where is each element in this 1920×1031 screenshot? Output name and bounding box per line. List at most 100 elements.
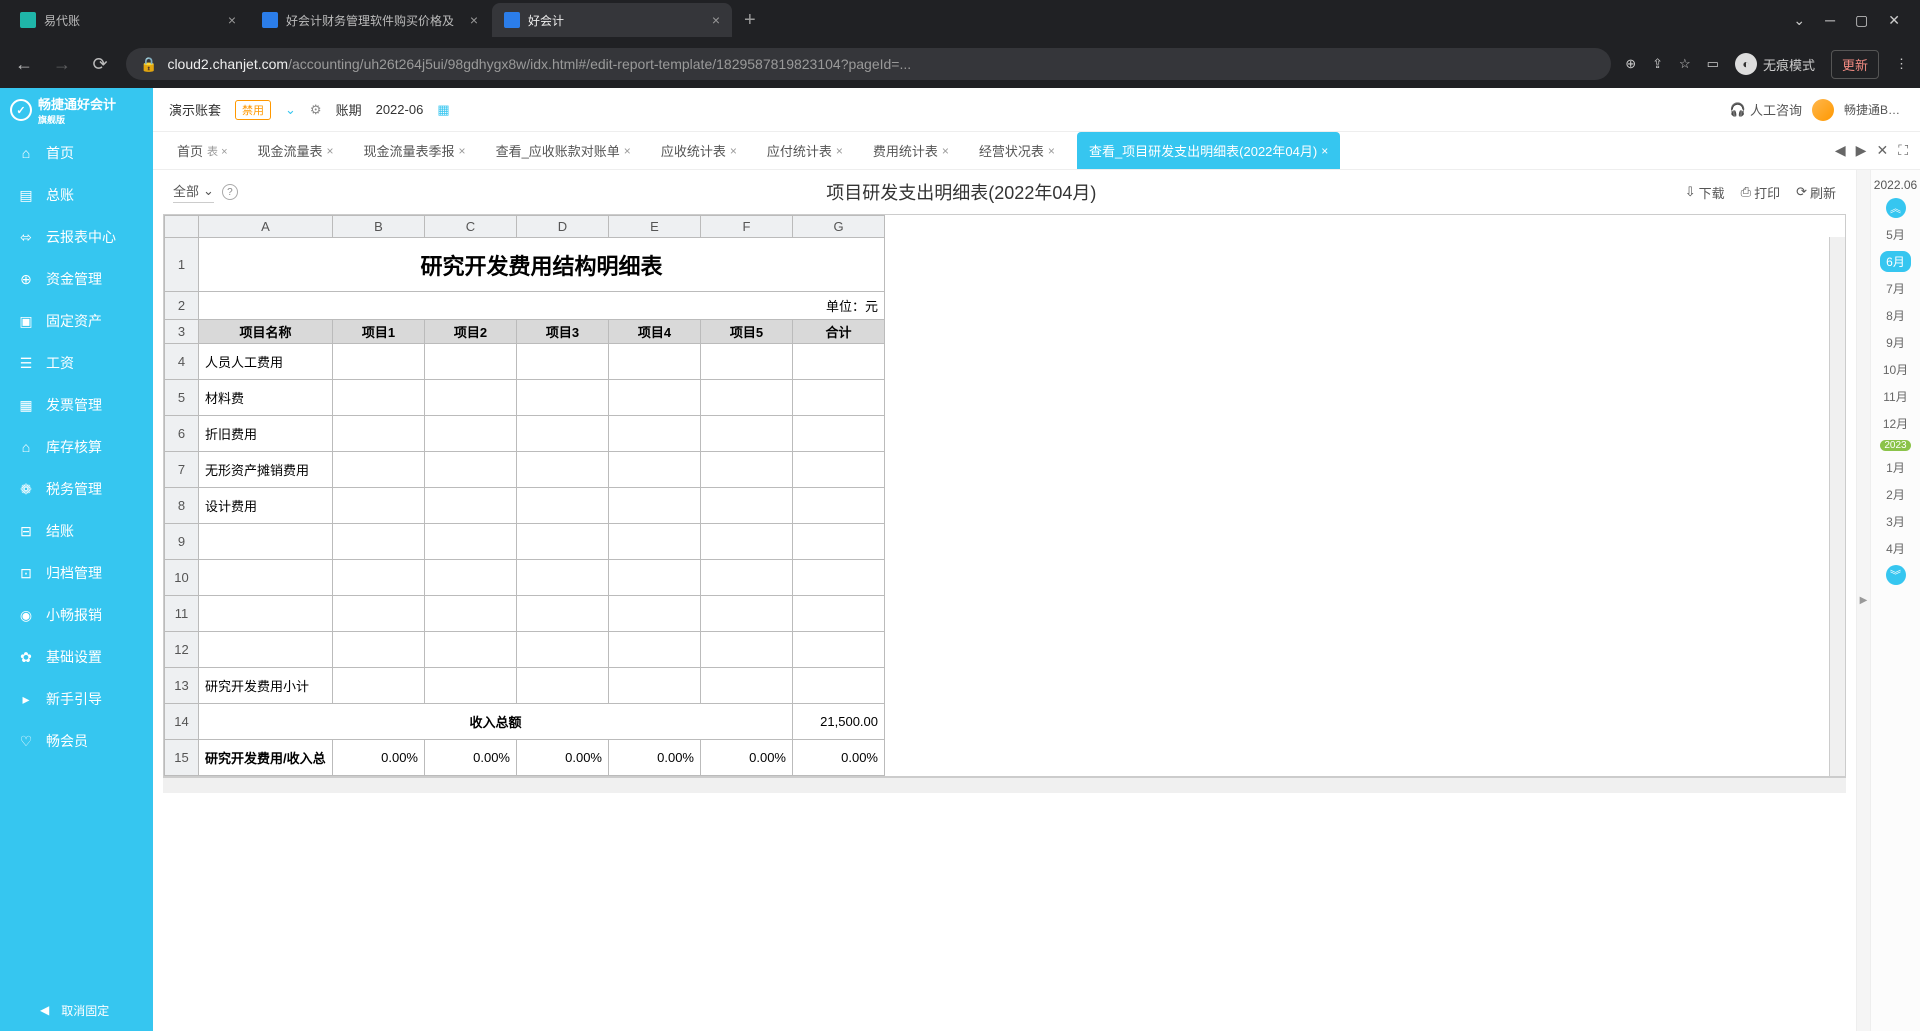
cell[interactable] xyxy=(609,632,701,668)
cell[interactable] xyxy=(425,524,517,560)
refresh-button[interactable]: ⟳刷新 xyxy=(1796,183,1836,202)
row-header[interactable]: 8 xyxy=(165,488,199,524)
close-icon[interactable]: × xyxy=(836,144,843,158)
cell[interactable] xyxy=(333,380,425,416)
chevron-down-icon[interactable]: ⌄ xyxy=(1793,12,1805,29)
cell[interactable] xyxy=(609,344,701,380)
cell[interactable] xyxy=(793,560,885,596)
unit-cell[interactable]: 单位：元 xyxy=(199,292,885,320)
header-cell[interactable]: 项目4 xyxy=(609,320,701,344)
cell[interactable] xyxy=(701,488,793,524)
cell[interactable] xyxy=(517,452,609,488)
maximize-icon[interactable]: ▢ xyxy=(1855,12,1868,29)
consult-button[interactable]: 🎧人工咨询 xyxy=(1730,100,1802,119)
col-header[interactable]: B xyxy=(333,216,425,238)
header-cell[interactable]: 项目5 xyxy=(701,320,793,344)
filter-dropdown[interactable]: 全部 ⌄ xyxy=(173,181,214,203)
sidebar-item-funds[interactable]: ⊕资金管理 xyxy=(0,258,153,300)
print-button[interactable]: ⎙打印 xyxy=(1741,183,1780,202)
cell[interactable] xyxy=(609,596,701,632)
cell[interactable] xyxy=(517,416,609,452)
sidebar-item-inventory[interactable]: ⌂库存核算 xyxy=(0,426,153,468)
ratio-cell[interactable]: 0.00% xyxy=(517,740,609,776)
cell[interactable] xyxy=(701,668,793,704)
col-header[interactable]: D xyxy=(517,216,609,238)
col-header[interactable]: F xyxy=(701,216,793,238)
ctab-operating[interactable]: 经营状况表× xyxy=(971,132,1063,170)
cell[interactable] xyxy=(517,344,609,380)
cell[interactable] xyxy=(609,668,701,704)
sidebar-item-expense[interactable]: ◉小畅报销 xyxy=(0,594,153,636)
close-icon[interactable]: × xyxy=(624,144,631,158)
ctab-home[interactable]: 首页表 × xyxy=(169,132,236,170)
cell[interactable] xyxy=(199,596,333,632)
update-button[interactable]: 更新 xyxy=(1831,50,1879,79)
row-header[interactable]: 12 xyxy=(165,632,199,668)
cell[interactable] xyxy=(333,416,425,452)
cell[interactable]: 研究开发费用小计 xyxy=(199,668,333,704)
col-header[interactable]: C xyxy=(425,216,517,238)
cell[interactable] xyxy=(793,416,885,452)
rail-month[interactable]: 11月 xyxy=(1883,386,1907,407)
calendar-icon[interactable]: ▦ xyxy=(437,102,449,118)
row-header[interactable]: 14 xyxy=(165,704,199,740)
cell[interactable]: 人员人工费用 xyxy=(199,344,333,380)
ctab-ar-recon[interactable]: 查看_应收账款对账单× xyxy=(488,132,639,170)
cell[interactable] xyxy=(425,560,517,596)
ctab-cashflow[interactable]: 现金流量表× xyxy=(250,132,342,170)
cell[interactable] xyxy=(333,488,425,524)
sidebar-item-salary[interactable]: ☰工资 xyxy=(0,342,153,384)
cell[interactable] xyxy=(425,452,517,488)
row-header[interactable]: 13 xyxy=(165,668,199,704)
sidebar-item-closing[interactable]: ⊟结账 xyxy=(0,510,153,552)
reload-button[interactable]: ⟳ xyxy=(88,54,112,75)
rail-month-active[interactable]: 6月 xyxy=(1880,251,1911,272)
header-cell[interactable]: 项目名称 xyxy=(199,320,333,344)
close-icon[interactable]: × xyxy=(228,12,236,28)
gear-icon[interactable]: ⚙ xyxy=(310,102,322,118)
sidebar-item-vip[interactable]: ♡畅会员 xyxy=(0,720,153,762)
cell[interactable] xyxy=(793,668,885,704)
ctab-rd-detail[interactable]: 查看_项目研发支出明细表(2022年04月)× xyxy=(1077,132,1340,170)
cell[interactable] xyxy=(609,488,701,524)
sidebar-item-assets[interactable]: ▣固定资产 xyxy=(0,300,153,342)
cell[interactable]: 折旧费用 xyxy=(199,416,333,452)
sidebar-item-settings[interactable]: ✿基础设置 xyxy=(0,636,153,678)
cell[interactable] xyxy=(333,596,425,632)
vertical-scrollbar[interactable] xyxy=(1829,237,1845,776)
sidebar-item-ledger[interactable]: ▤总账 xyxy=(0,174,153,216)
cell[interactable] xyxy=(793,488,885,524)
ratio-cell[interactable]: 0.00% xyxy=(609,740,701,776)
ctab-expense-stat[interactable]: 费用统计表× xyxy=(865,132,957,170)
scroll-right-icon[interactable]: ▶ xyxy=(1856,142,1867,159)
cell[interactable] xyxy=(793,344,885,380)
cell[interactable] xyxy=(701,560,793,596)
row-header[interactable]: 5 xyxy=(165,380,199,416)
row-header[interactable]: 10 xyxy=(165,560,199,596)
minimize-icon[interactable]: ─ xyxy=(1825,12,1835,29)
cell[interactable] xyxy=(517,560,609,596)
income-total-cell[interactable]: 21,500.00 xyxy=(793,704,885,740)
forward-button[interactable]: → xyxy=(50,54,74,75)
cell[interactable] xyxy=(333,524,425,560)
row-header[interactable]: 11 xyxy=(165,596,199,632)
rail-month[interactable]: 2月 xyxy=(1886,484,1905,505)
close-icon[interactable]: × xyxy=(942,144,949,158)
cell[interactable] xyxy=(793,380,885,416)
cell[interactable] xyxy=(701,380,793,416)
rail-month[interactable]: 9月 xyxy=(1886,332,1905,353)
address-bar[interactable]: 🔒 cloud2.chanjet.com/accounting/uh26t264… xyxy=(126,48,1611,80)
close-icon[interactable]: × xyxy=(470,12,478,28)
close-all-icon[interactable]: ✕ xyxy=(1876,142,1888,159)
browser-tab-2[interactable]: 好会计 × xyxy=(492,3,732,37)
account-dropdown[interactable]: ⌄ xyxy=(285,102,296,118)
scroll-left-icon[interactable]: ◀ xyxy=(1835,142,1846,159)
row-header[interactable]: 1 xyxy=(165,238,199,292)
close-icon[interactable]: × xyxy=(327,144,334,158)
browser-tab-1[interactable]: 好会计财务管理软件购买价格及 × xyxy=(250,3,490,37)
cell[interactable] xyxy=(333,452,425,488)
cell[interactable] xyxy=(701,524,793,560)
row-header[interactable]: 2 xyxy=(165,292,199,320)
ctab-ar-stat[interactable]: 应收统计表× xyxy=(653,132,745,170)
ratio-label-cell[interactable]: 研究开发费用/收入总 xyxy=(199,740,333,776)
